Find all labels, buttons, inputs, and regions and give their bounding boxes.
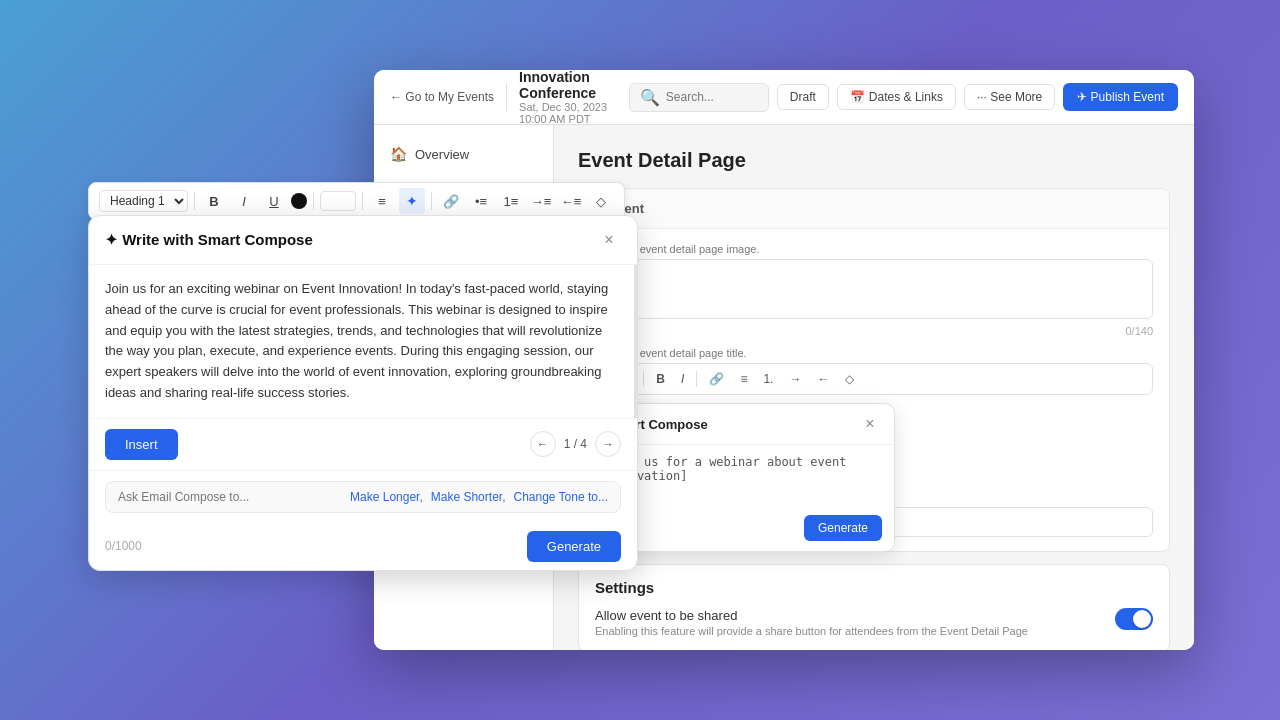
mini-sep-2 [696, 371, 697, 387]
mini-link[interactable]: 🔗 [703, 370, 730, 388]
mini-ordered-list[interactable]: 1. [757, 370, 779, 388]
mini-toolbar: 16 B I 🔗 ≡ 1. → ← ◇ [595, 363, 1153, 395]
image-textarea[interactable] [595, 259, 1153, 319]
search-input[interactable] [666, 90, 758, 104]
compose-links: Make Longer, Make Shorter, Change Tone t… [350, 490, 608, 504]
dates-links-label: Dates & Links [869, 90, 943, 104]
event-subtitle: Sat, Dec 30, 2023 10:00 AM PDT [519, 101, 617, 125]
sc-generate-row: 0/1000 Generate [89, 523, 637, 570]
sparkle-button[interactable]: ✦ [399, 188, 425, 214]
calendar-icon: 📅 [850, 90, 865, 104]
event-title-group: Innovation Conference Sat, Dec 30, 2023 … [519, 70, 617, 125]
sc-bg-header: Smart Compose × [596, 404, 894, 445]
italic-icon: I [242, 194, 246, 209]
numbered-list-button[interactable]: 1≡ [498, 188, 524, 214]
image-char-count: 0/140 [595, 325, 1153, 337]
compose-input[interactable] [118, 490, 342, 504]
allow-share-toggle[interactable] [1115, 608, 1153, 630]
sc-bg-close[interactable]: × [858, 412, 882, 436]
search-icon: 🔍 [640, 88, 660, 107]
see-more-button[interactable]: ··· See More [964, 84, 1055, 110]
mini-bold[interactable]: B [650, 370, 671, 388]
bold-button[interactable]: B [201, 188, 227, 214]
color-picker[interactable] [291, 193, 307, 209]
mini-outdent[interactable]: ← [811, 370, 835, 388]
italic-button[interactable]: I [231, 188, 257, 214]
sc-main-title: ✦ Write with Smart Compose [105, 231, 313, 249]
mini-list[interactable]: ≡ [734, 370, 753, 388]
sc-main-close[interactable]: × [597, 228, 621, 252]
sc-bg-textarea[interactable]: Join us for a webinar about event innova… [608, 455, 882, 495]
back-link[interactable]: ← Go to My Events [390, 90, 494, 104]
content-section-body: Enter an event detail page image. 0/140 … [579, 229, 1169, 551]
content-section: Content Enter an event detail page image… [578, 188, 1170, 552]
outdent-button[interactable]: ←≡ [558, 188, 584, 214]
main-content: Event Detail Page Content Enter an event… [554, 125, 1194, 650]
toolbar-sep-2 [313, 192, 314, 210]
title-field-label: Enter an event detail page title. [595, 347, 1153, 359]
font-size-input[interactable]: 16 [320, 191, 356, 211]
setting-name: Allow event to be shared [595, 608, 1028, 623]
app-header: ← Go to My Events Innovation Conference … [374, 70, 1194, 125]
nav-prev-button[interactable]: ← [530, 431, 556, 457]
dates-links-button[interactable]: 📅 Dates & Links [837, 84, 956, 110]
sc-bg-generate-button[interactable]: Generate [804, 515, 882, 541]
mini-indent[interactable]: → [783, 370, 807, 388]
insert-button[interactable]: Insert [105, 429, 178, 460]
nav-count: 1 / 4 [564, 437, 587, 451]
link-button[interactable]: 🔗 [438, 188, 464, 214]
settings-section: Settings Allow event to be shared Enabli… [578, 564, 1170, 650]
make-shorter-link[interactable]: Make Shorter, [431, 490, 506, 504]
toolbar-sep-4 [431, 192, 432, 210]
publish-button[interactable]: ✈ Publish Event [1063, 83, 1178, 111]
smart-compose-bg: Smart Compose × Join us for a webinar ab… [595, 403, 895, 552]
smart-compose-main: ✦ Write with Smart Compose × Join us for… [88, 215, 638, 571]
underline-button[interactable]: U [261, 188, 287, 214]
sc-bg-footer: Generate [596, 509, 894, 551]
page-title: Event Detail Page [578, 149, 1170, 172]
align-left-button[interactable]: ≡ [369, 188, 395, 214]
sidebar-label-overview: Overview [415, 147, 469, 162]
mini-italic[interactable]: I [675, 370, 690, 388]
toolbar-sep-3 [362, 192, 363, 210]
nav-next-button[interactable]: → [595, 431, 621, 457]
bold-icon: B [209, 194, 218, 209]
sc-main-footer: Insert ← 1 / 4 → [89, 418, 637, 470]
draft-button[interactable]: Draft [777, 84, 829, 110]
allow-share-row: Allow event to be shared Enabling this f… [595, 608, 1153, 637]
heading-select[interactable]: Heading 1 [99, 190, 188, 212]
sc-bg-body: Join us for a webinar about event innova… [596, 445, 894, 509]
compose-row: Make Longer, Make Shorter, Change Tone t… [105, 481, 621, 513]
search-box[interactable]: 🔍 [629, 83, 769, 112]
image-field-label: Enter an event detail page image. [595, 243, 1153, 255]
make-longer-link[interactable]: Make Longer, [350, 490, 423, 504]
mini-diamond[interactable]: ◇ [839, 370, 860, 388]
char-counter: 0/1000 [105, 539, 142, 553]
bullet-list-button[interactable]: •≡ [468, 188, 494, 214]
diamond-button[interactable]: ◇ [588, 188, 614, 214]
underline-icon: U [269, 194, 278, 209]
indent-button[interactable]: →≡ [528, 188, 554, 214]
event-title: Innovation Conference [519, 70, 617, 101]
generate-button[interactable]: Generate [527, 531, 621, 562]
settings-title: Settings [595, 579, 1153, 596]
content-section-header: Content [579, 189, 1169, 229]
setting-desc: Enabling this feature will provide a sha… [595, 625, 1028, 637]
sc-compose-area: Make Longer, Make Shorter, Change Tone t… [89, 470, 637, 523]
change-tone-link[interactable]: Change Tone to... [513, 490, 608, 504]
generated-text: Join us for an exciting webinar on Event… [105, 279, 618, 404]
header-actions: 🔍 Draft 📅 Dates & Links ··· See More ✈ P… [629, 83, 1178, 112]
home-icon: 🏠 [390, 146, 407, 162]
sc-main-content: Join us for an exciting webinar on Event… [89, 265, 637, 418]
setting-text: Allow event to be shared Enabling this f… [595, 608, 1028, 637]
header-divider [506, 83, 507, 111]
mini-sep-1 [643, 371, 644, 387]
sidebar-item-overview[interactable]: 🏠 Overview [374, 137, 553, 171]
sc-main-header: ✦ Write with Smart Compose × [89, 216, 637, 265]
nav-group: ← 1 / 4 → [530, 431, 621, 457]
toolbar-sep-1 [194, 192, 195, 210]
